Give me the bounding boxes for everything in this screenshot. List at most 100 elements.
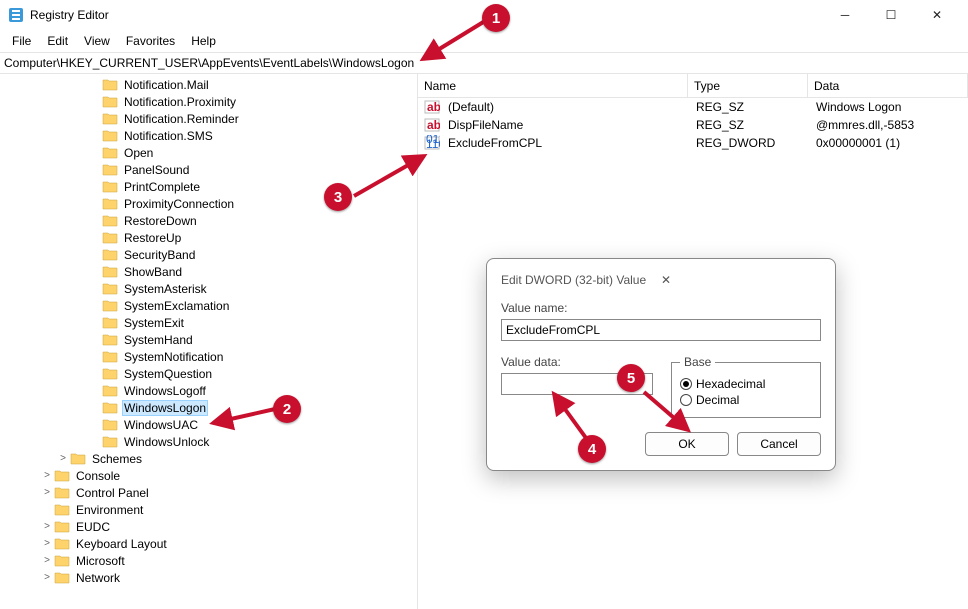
folder-icon: [54, 571, 70, 585]
menu-view[interactable]: View: [78, 32, 116, 50]
menubar: File Edit View Favorites Help: [0, 30, 968, 52]
tree-item-environment[interactable]: Environment: [0, 501, 417, 518]
tree-item-restoredown[interactable]: RestoreDown: [0, 212, 417, 229]
menu-file[interactable]: File: [6, 32, 37, 50]
expander-icon[interactable]: >: [56, 453, 70, 464]
tree-item-proximityconnection[interactable]: ProximityConnection: [0, 195, 417, 212]
minimize-button[interactable]: ─: [822, 0, 868, 30]
close-button[interactable]: ✕: [914, 0, 960, 30]
tree-item-notification-mail[interactable]: Notification.Mail: [0, 76, 417, 93]
tree-item-systemexclamation[interactable]: SystemExclamation: [0, 297, 417, 314]
tree-item-securityband[interactable]: SecurityBand: [0, 246, 417, 263]
cell-data: @mmres.dll,-5853: [810, 118, 968, 132]
callout-3: 3: [324, 183, 352, 211]
list-row[interactable]: 011110ExcludeFromCPLREG_DWORD0x00000001 …: [418, 134, 968, 152]
ok-button[interactable]: OK: [645, 432, 729, 456]
tree-item-label: Network: [74, 571, 122, 585]
tree-item-label: RestoreUp: [122, 231, 183, 245]
cell-name: ExcludeFromCPL: [442, 136, 690, 150]
svg-text:ab: ab: [427, 118, 440, 132]
cell-data: 0x00000001 (1): [810, 136, 968, 150]
tree-item-label: PanelSound: [122, 163, 191, 177]
tree-item-label: SystemAsterisk: [122, 282, 209, 296]
tree-item-label: SystemExit: [122, 316, 186, 330]
tree-item-label: Microsoft: [74, 554, 127, 568]
tree-item-label: RestoreDown: [122, 214, 199, 228]
tree-item-network[interactable]: > Network: [0, 569, 417, 586]
folder-icon: [102, 367, 118, 381]
tree-item-windowslogon[interactable]: WindowsLogon: [0, 399, 417, 416]
tree-item-windowsuac[interactable]: WindowsUAC: [0, 416, 417, 433]
tree-item-printcomplete[interactable]: PrintComplete: [0, 178, 417, 195]
tree-pane[interactable]: Notification.Mail Notification.Proximity N…: [0, 74, 418, 609]
callout-1: 1: [482, 4, 510, 32]
expander-icon[interactable]: >: [40, 538, 54, 549]
tree-item-microsoft[interactable]: > Microsoft: [0, 552, 417, 569]
menu-help[interactable]: Help: [185, 32, 222, 50]
maximize-button[interactable]: ☐: [868, 0, 914, 30]
folder-icon: [102, 129, 118, 143]
radio-hexadecimal[interactable]: Hexadecimal: [680, 377, 812, 391]
tree-item-notification-reminder[interactable]: Notification.Reminder: [0, 110, 417, 127]
svg-text:ab: ab: [427, 100, 440, 114]
tree-item-systemquestion[interactable]: SystemQuestion: [0, 365, 417, 382]
col-data[interactable]: Data: [808, 74, 968, 97]
cancel-button[interactable]: Cancel: [737, 432, 821, 456]
folder-icon: [102, 299, 118, 313]
address-input[interactable]: [4, 56, 964, 70]
tree-item-windowsunlock[interactable]: WindowsUnlock: [0, 433, 417, 450]
col-name[interactable]: Name: [418, 74, 688, 97]
folder-icon: [54, 486, 70, 500]
folder-icon: [102, 350, 118, 364]
expander-icon[interactable]: >: [40, 555, 54, 566]
expander-icon[interactable]: >: [40, 572, 54, 583]
tree-item-control-panel[interactable]: >Control Panel: [0, 484, 417, 501]
tree-item-windowslogoff[interactable]: WindowsLogoff: [0, 382, 417, 399]
tree-item-eudc[interactable]: >EUDC: [0, 518, 417, 535]
radio-decimal[interactable]: Decimal: [680, 393, 812, 407]
tree-item-systemexit[interactable]: SystemExit: [0, 314, 417, 331]
tree-item-label: ProximityConnection: [122, 197, 236, 211]
expander-icon[interactable]: >: [40, 521, 54, 532]
expander-icon[interactable]: >: [40, 470, 54, 481]
tree-item-label: Console: [74, 469, 122, 483]
expander-icon[interactable]: >: [40, 487, 54, 498]
cell-data: Windows Logon: [810, 100, 968, 114]
tree-item-label: SystemHand: [122, 333, 195, 347]
folder-icon: [54, 469, 70, 483]
tree-item-keyboard-layout[interactable]: >Keyboard Layout: [0, 535, 417, 552]
cell-name: (Default): [442, 100, 690, 114]
tree-item-label: Notification.Proximity: [122, 95, 238, 109]
col-type[interactable]: Type: [688, 74, 808, 97]
tree-item-panelsound[interactable]: PanelSound: [0, 161, 417, 178]
callout-2: 2: [273, 395, 301, 423]
tree-item-showband[interactable]: ShowBand: [0, 263, 417, 280]
string-icon: ab: [424, 99, 440, 115]
tree-item-restoreup[interactable]: RestoreUp: [0, 229, 417, 246]
tree-item-open[interactable]: Open: [0, 144, 417, 161]
menu-edit[interactable]: Edit: [41, 32, 74, 50]
value-name-input[interactable]: [501, 319, 821, 341]
dialog-close-icon[interactable]: ✕: [661, 273, 821, 287]
tree-item-schemes[interactable]: >Schemes: [0, 450, 417, 467]
cell-type: REG_SZ: [690, 118, 810, 132]
tree-item-systemhand[interactable]: SystemHand: [0, 331, 417, 348]
tree-item-notification-sms[interactable]: Notification.SMS: [0, 127, 417, 144]
tree-item-notification-proximity[interactable]: Notification.Proximity: [0, 93, 417, 110]
menu-favorites[interactable]: Favorites: [120, 32, 181, 50]
tree-item-systemasterisk[interactable]: SystemAsterisk: [0, 280, 417, 297]
cell-type: REG_SZ: [690, 100, 810, 114]
folder-icon: [102, 78, 118, 92]
tree-item-label: Environment: [74, 503, 145, 517]
folder-icon: [102, 418, 118, 432]
folder-icon: [102, 333, 118, 347]
edit-dword-dialog: Edit DWORD (32-bit) Value ✕ Value name: …: [486, 258, 836, 471]
callout-5: 5: [617, 364, 645, 392]
tree-item-label: WindowsLogon: [122, 400, 208, 416]
tree-item-label: Notification.Reminder: [122, 112, 241, 126]
list-row[interactable]: abDispFileNameREG_SZ@mmres.dll,-5853: [418, 116, 968, 134]
list-row[interactable]: ab(Default)REG_SZWindows Logon: [418, 98, 968, 116]
tree-item-console[interactable]: > Console: [0, 467, 417, 484]
list-header[interactable]: Name Type Data: [418, 74, 968, 98]
tree-item-systemnotification[interactable]: SystemNotification: [0, 348, 417, 365]
